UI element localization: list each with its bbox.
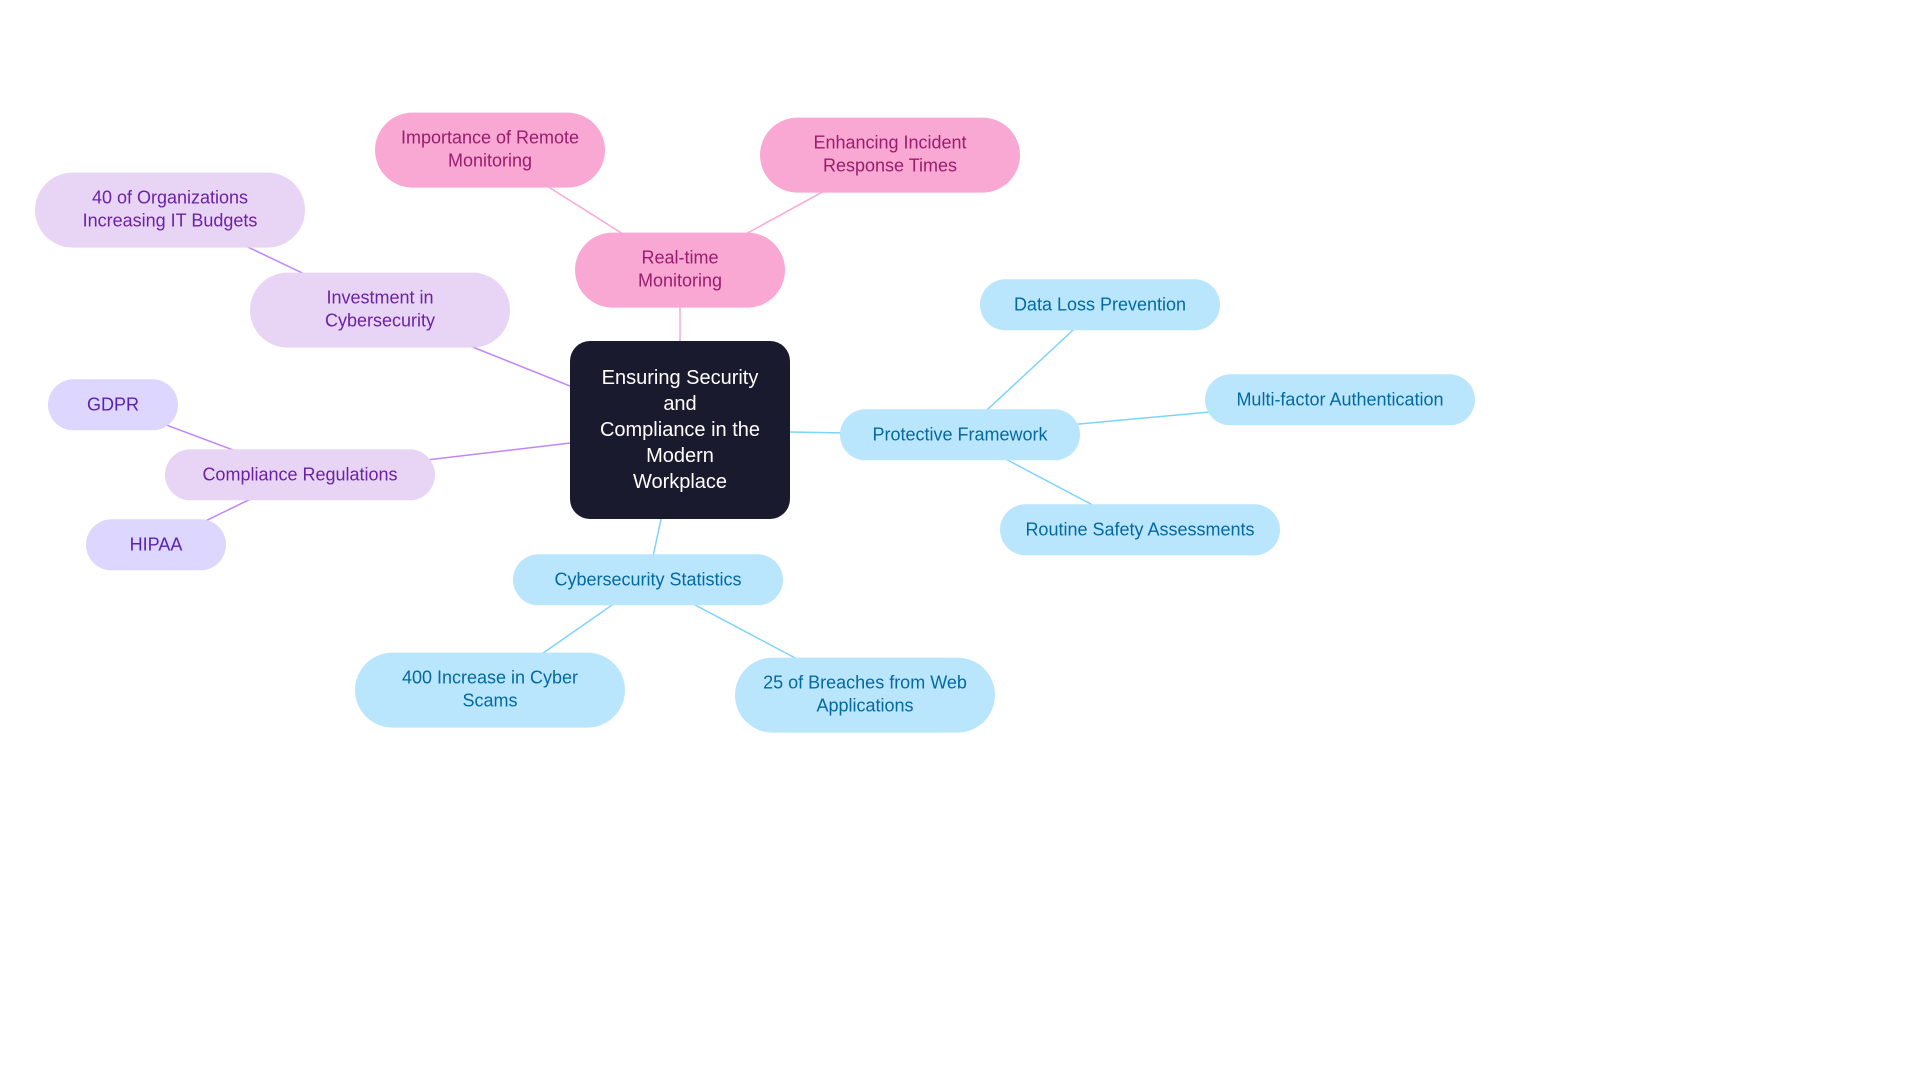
node-realtime-monitoring: Real-time Monitoring [575, 233, 785, 308]
node-importance-remote: Importance of Remote Monitoring [375, 113, 605, 188]
node-org-increasing: 40 of Organizations Increasing IT Budget… [35, 173, 305, 248]
node-hipaa: HIPAA [86, 519, 226, 570]
node-investment-cyber: Investment in Cybersecurity [250, 273, 510, 348]
center-label: Ensuring Security and Compliance in the … [598, 365, 762, 495]
node-data-loss: Data Loss Prevention [980, 279, 1220, 330]
node-protective-framework: Protective Framework [840, 409, 1080, 460]
node-compliance-regulations: Compliance Regulations [165, 449, 435, 500]
node-gdpr: GDPR [48, 379, 178, 430]
mindmap-canvas: Ensuring Security and Compliance in the … [0, 0, 1920, 1083]
node-routine-safety: Routine Safety Assessments [1000, 504, 1280, 555]
node-cybersecurity-stats: Cybersecurity Statistics [513, 554, 783, 605]
center-node: Ensuring Security and Compliance in the … [570, 341, 790, 519]
node-multi-factor: Multi-factor Authentication [1205, 374, 1475, 425]
node-400-increase: 400 Increase in Cyber Scams [355, 653, 625, 728]
node-25-breaches: 25 of Breaches from Web Applications [735, 658, 995, 733]
node-enhancing-incident: Enhancing Incident Response Times [760, 118, 1020, 193]
